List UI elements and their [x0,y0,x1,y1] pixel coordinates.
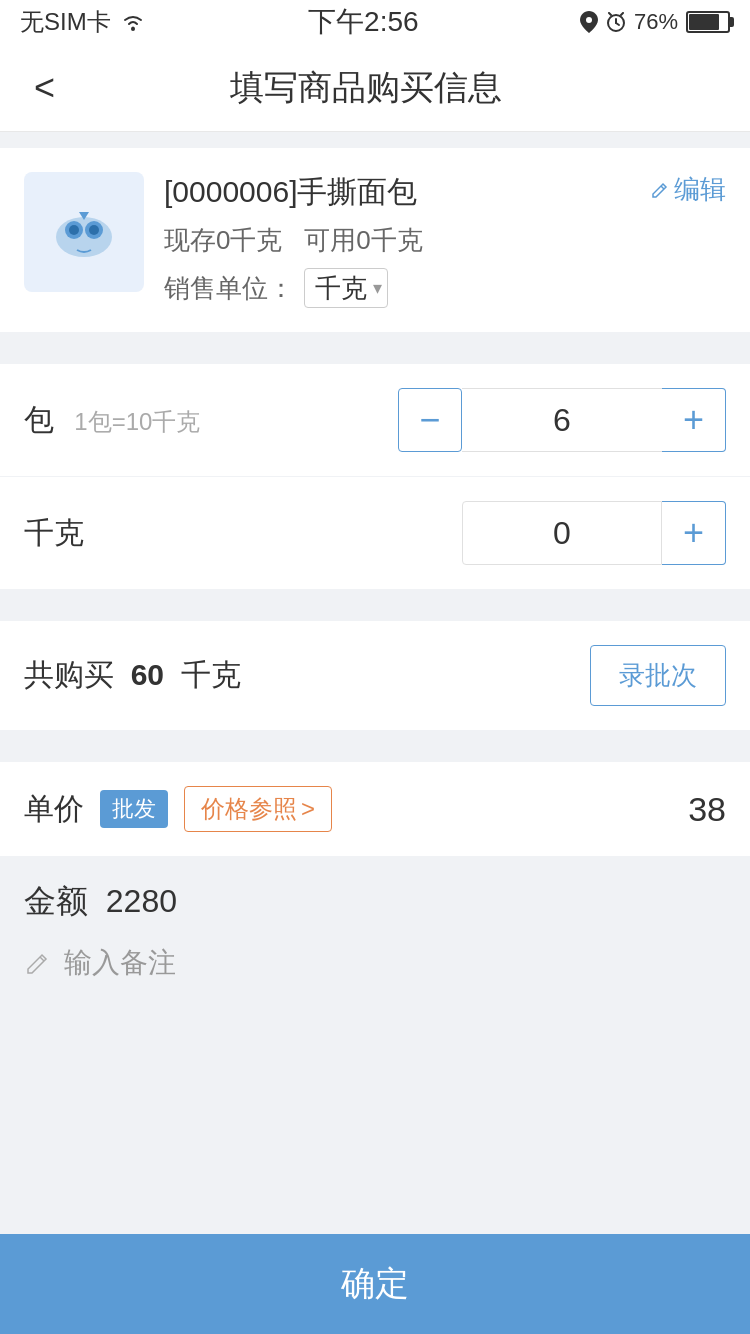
total-section: 共购买 60 千克 录批次 [0,621,750,730]
bag-hint: 1包=10千克 [74,408,200,435]
bottom-spacer [0,1022,750,1142]
svg-line-14 [40,957,44,961]
battery-percent: 76% [634,9,678,35]
amount-row: 金额 2280 [24,880,726,924]
kg-quantity-input[interactable] [462,501,662,565]
wifi-icon [119,12,147,32]
edit-label: 编辑 [674,172,726,207]
bag-decrement-button[interactable]: − [398,388,462,452]
bag-quantity-row: 包 1包=10千克 − + [0,364,750,477]
svg-line-13 [661,186,664,189]
product-name: [0000006]手撕面包 [164,172,417,213]
alarm-icon [606,12,626,32]
svg-line-6 [621,13,623,15]
total-value: 60 [131,658,164,691]
svg-point-0 [131,27,135,31]
divider-2 [0,589,750,605]
carrier-text: 无SIM卡 [20,6,111,38]
amount-section: 金额 2280 输入备注 [0,856,750,1022]
product-section: [0000006]手撕面包 编辑 现存0千克 可用0千克 销售单位： 千克 [0,148,750,332]
kg-quantity-controls: + [462,501,726,565]
svg-point-10 [69,225,79,235]
remark-row[interactable]: 输入备注 [24,944,726,982]
status-carrier: 无SIM卡 [20,6,147,38]
product-unit-row: 销售单位： 千克 [164,268,726,308]
price-section: 单价 批发 价格参照 > 38 [0,762,750,856]
unit-select-wrapper[interactable]: 千克 [304,268,388,308]
edit-icon [650,180,670,200]
amount-value: 2280 [106,883,177,919]
price-ref-label: 价格参照 [201,793,297,825]
divider-3 [0,730,750,746]
kg-label: 千克 [24,513,462,554]
bag-quantity-controls: − + [398,388,726,452]
product-info: [0000006]手撕面包 编辑 现存0千克 可用0千克 销售单位： 千克 [164,172,726,308]
remark-label: 输入备注 [64,944,176,982]
unit-label: 销售单位： [164,271,294,306]
bag-increment-button[interactable]: + [662,388,726,452]
price-label: 单价 [24,789,84,830]
unit-select[interactable]: 千克 [304,268,388,308]
price-ref-button[interactable]: 价格参照 > [184,786,332,832]
status-bar: 无SIM卡 下午2:56 76% [0,0,750,44]
bag-label: 包 1包=10千克 [24,400,398,441]
location-icon [580,11,598,33]
quantity-section: 包 1包=10千克 − + 千克 + [0,364,750,589]
divider-1 [0,332,750,348]
svg-line-5 [609,13,611,15]
page-title: 填写商品购买信息 [65,65,666,111]
battery-icon [686,11,730,33]
price-badge: 批发 [100,790,168,828]
total-text: 共购买 60 千克 [24,655,241,696]
bag-quantity-input[interactable] [462,388,662,452]
edit-button[interactable]: 编辑 [650,172,726,207]
confirm-button[interactable]: 确定 [0,1234,750,1334]
price-value: 38 [688,790,726,829]
nav-bar: < 填写商品购买信息 [0,44,750,132]
kg-quantity-row: 千克 + [0,477,750,589]
price-ref-arrow: > [301,795,315,823]
kg-increment-button[interactable]: + [662,501,726,565]
remark-pencil-icon [24,949,52,977]
svg-line-4 [616,23,619,25]
batch-button[interactable]: 录批次 [590,645,726,706]
product-logo-icon [44,202,124,262]
status-time: 下午2:56 [308,3,419,41]
svg-point-11 [89,225,99,235]
back-button[interactable]: < [24,57,65,119]
svg-point-1 [586,17,592,23]
status-right: 76% [580,9,730,35]
product-image [24,172,144,292]
product-stock: 现存0千克 可用0千克 [164,223,726,258]
